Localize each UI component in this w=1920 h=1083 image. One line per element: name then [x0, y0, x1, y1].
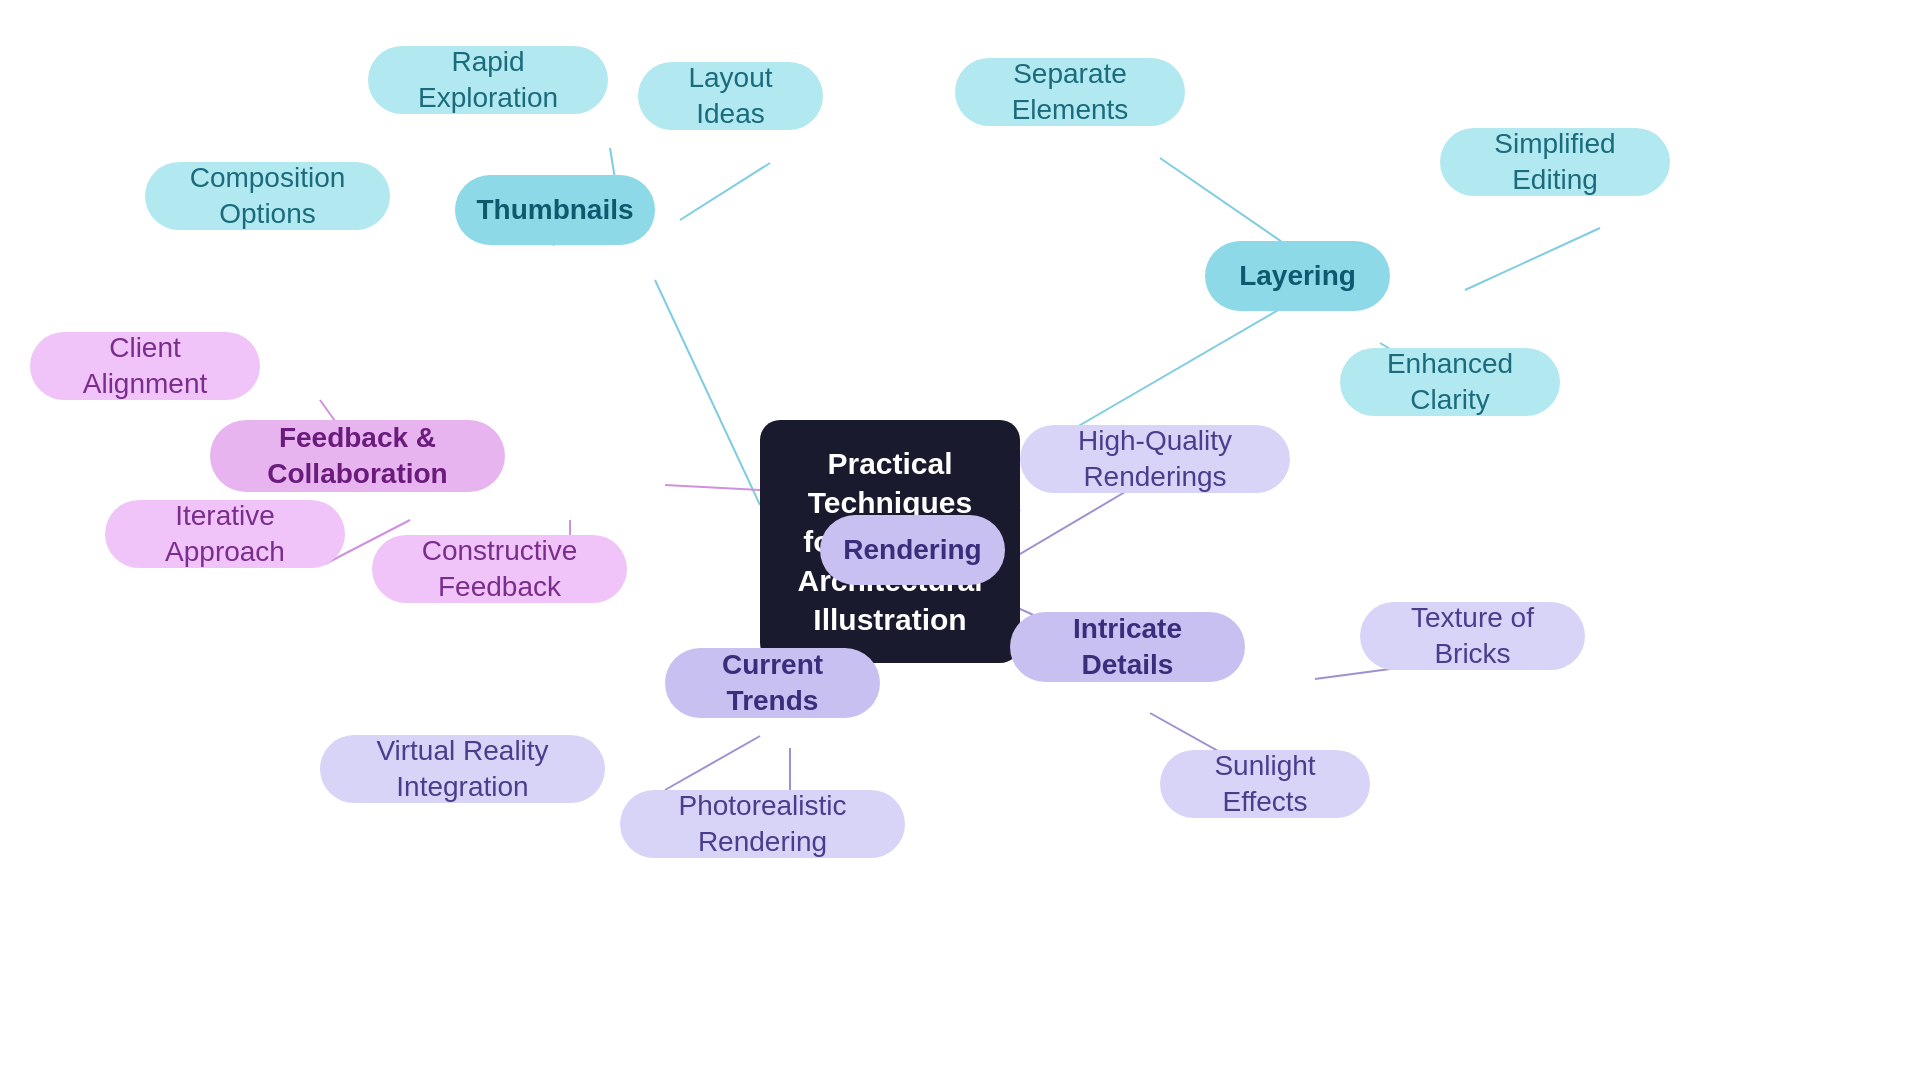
rendering-node[interactable]: Rendering — [820, 515, 1005, 585]
constructive-feedback-node[interactable]: Constructive Feedback — [372, 535, 627, 603]
separate-elements-node[interactable]: Separate Elements — [955, 58, 1185, 126]
high-quality-renderings-node[interactable]: High-Quality Renderings — [1020, 425, 1290, 493]
svg-line-6 — [1465, 228, 1600, 290]
svg-line-8 — [665, 485, 760, 490]
simplified-editing-node[interactable]: Simplified Editing — [1440, 128, 1670, 196]
composition-options-node[interactable]: Composition Options — [145, 162, 390, 230]
virtual-reality-integration-node[interactable]: Virtual Reality Integration — [320, 735, 605, 803]
feedback-collab-node[interactable]: Feedback & Collaboration — [210, 420, 505, 492]
texture-of-bricks-node[interactable]: Texture of Bricks — [1360, 602, 1585, 670]
enhanced-clarity-node[interactable]: Enhanced Clarity — [1340, 348, 1560, 416]
svg-line-18 — [665, 736, 760, 790]
svg-line-13 — [1010, 489, 1130, 560]
iterative-approach-node[interactable]: Iterative Approach — [105, 500, 345, 568]
photorealistic-rendering-node[interactable]: Photorealistic Rendering — [620, 790, 905, 858]
svg-line-0 — [655, 280, 760, 505]
layout-ideas-node[interactable]: Layout Ideas — [638, 62, 823, 130]
intricate-details-node[interactable]: Intricate Details — [1010, 612, 1245, 682]
layering-node[interactable]: Layering — [1205, 241, 1390, 311]
svg-line-15 — [1315, 669, 1390, 679]
rapid-exploration-node[interactable]: Rapid Exploration — [368, 46, 608, 114]
thumbnails-node[interactable]: Thumbnails — [455, 175, 655, 245]
client-alignment-node[interactable]: Client Alignment — [30, 332, 260, 400]
current-trends-node[interactable]: Current Trends — [665, 648, 880, 718]
svg-line-3 — [680, 163, 770, 220]
sunlight-effects-node[interactable]: Sunlight Effects — [1160, 750, 1370, 818]
